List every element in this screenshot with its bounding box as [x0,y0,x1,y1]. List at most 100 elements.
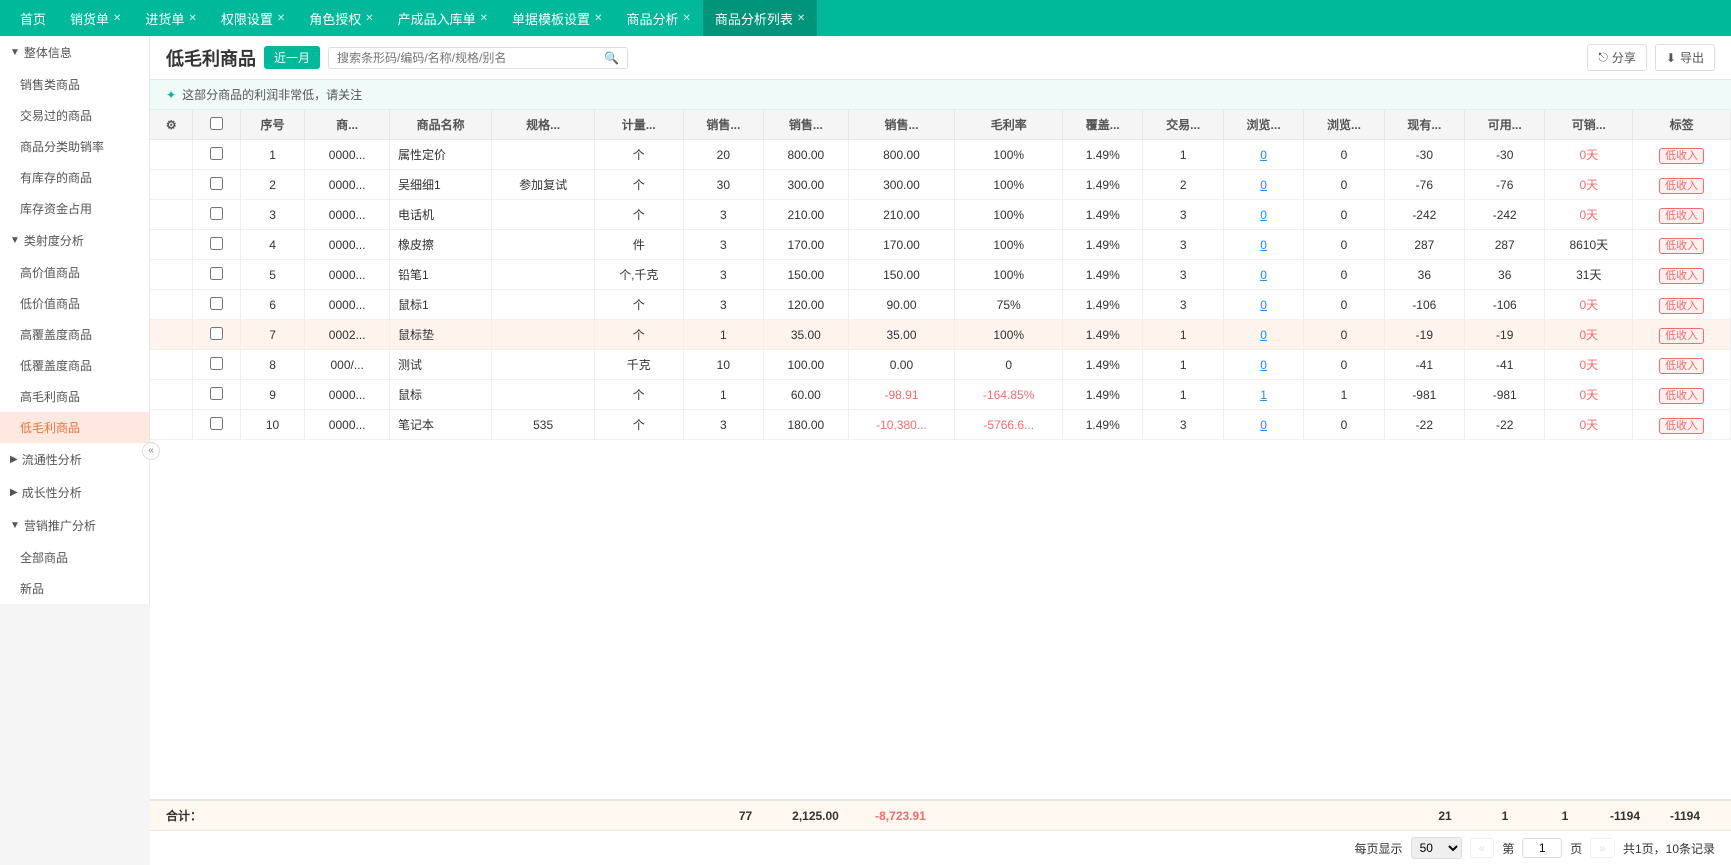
row-select-checkbox[interactable] [210,207,223,220]
sidebar-section-circulation[interactable]: ▶ 流通性分析 [0,443,149,476]
row-tag: 低收入 [1633,350,1731,380]
row-checkbox [193,410,240,440]
close-purchase-icon[interactable]: ✕ [188,13,196,24]
row-available: -22 [1465,410,1545,440]
notice-icon: ✦ [166,88,176,102]
sidebar-item-all-products[interactable]: 全部商品 [0,542,149,573]
data-table: ⚙ 序号 商... 商品名称 规格... 计量... 销售... 销售... 销… [150,110,1731,440]
close-sales-icon[interactable]: ✕ [113,13,121,24]
row-gross-rate: 100% [955,140,1063,170]
sidebar-collapse-button[interactable]: « [142,442,160,460]
search-icon[interactable]: 🔍 [604,51,619,65]
close-template-icon[interactable]: ✕ [594,13,602,24]
page-size-select[interactable]: 10 20 50 100 [1411,837,1462,859]
row-coverage: 1.49% [1063,230,1143,260]
sidebar-section-growth[interactable]: ▶ 成长性分析 [0,476,149,509]
close-product-entry-icon[interactable]: ✕ [480,13,488,24]
row-stock: -30 [1384,140,1464,170]
sidebar-section-leisi[interactable]: ▼ 类射度分析 [0,224,149,257]
row-gross-rate: -164.85% [955,380,1063,410]
total-records-label: 共1页，10条记录 [1623,840,1715,857]
nav-purchase[interactable]: 进货单 ✕ [133,0,208,36]
prev-page-button[interactable]: « [1470,838,1495,858]
notice-text: 这部分商品的利润非常低，请关注 [182,86,362,103]
export-button[interactable]: ⬇ 导出 [1655,44,1715,71]
nav-product-analysis-list[interactable]: 商品分析列表 ✕ [703,0,817,36]
row-transactions: 3 [1143,230,1223,260]
arrow-circulation-icon: ▶ [10,454,18,465]
row-select-checkbox[interactable] [210,417,223,430]
row-unit: 件 [594,230,683,260]
col-coverage: 覆盖... [1063,110,1143,140]
row-select-checkbox[interactable] [210,177,223,190]
sidebar-item-traded-products[interactable]: 交易过的商品 [0,100,149,131]
sidebar-item-low-margin[interactable]: 低毛利商品 [0,412,149,443]
sidebar-item-low-value[interactable]: 低价值商品 [0,288,149,319]
nav-permissions[interactable]: 权限设置 ✕ [209,0,297,36]
row-select-checkbox[interactable] [210,357,223,370]
sidebar-item-high-value[interactable]: 高价值商品 [0,257,149,288]
row-select-checkbox[interactable] [210,387,223,400]
row-sales-profit: 210.00 [848,200,955,230]
row-available: -41 [1465,350,1545,380]
arrow-overall-icon: ▼ [10,47,20,58]
col-settings[interactable]: ⚙ [150,110,193,140]
next-page-button[interactable]: » [1590,838,1615,858]
nav-product-analysis[interactable]: 商品分析 ✕ [614,0,702,36]
footer-stock: -1194 [1595,809,1655,823]
row-tag: 低收入 [1633,260,1731,290]
date-filter-button[interactable]: 近一月 [264,46,320,69]
close-analysis-list-icon[interactable]: ✕ [797,13,805,24]
col-gross-rate: 毛利率 [955,110,1063,140]
close-product-analysis-icon[interactable]: ✕ [682,13,690,24]
sidebar-item-new-products[interactable]: 新品 [0,573,149,604]
sidebar-item-high-margin[interactable]: 高毛利商品 [0,381,149,412]
row-settings [150,320,193,350]
row-select-checkbox[interactable] [210,297,223,310]
row-sales-qty: 20 [683,140,763,170]
row-checkbox [193,260,240,290]
nav-roles[interactable]: 角色授权 ✕ [297,0,385,36]
row-name: 橡皮擦 [389,230,491,260]
row-views2: 0 [1304,200,1384,230]
sidebar-section-marketing[interactable]: ▼ 营销推广分析 [0,509,149,542]
row-select-checkbox[interactable] [210,237,223,250]
row-gross-rate: 100% [955,170,1063,200]
sidebar-item-capital[interactable]: 库存资金占用 [0,193,149,224]
row-select-checkbox[interactable] [210,147,223,160]
row-coverage: 1.49% [1063,350,1143,380]
sidebar-item-sales-products[interactable]: 销售类商品 [0,69,149,100]
row-sales-amt: 35.00 [764,320,849,350]
row-views1: 0 [1223,260,1303,290]
close-roles-icon[interactable]: ✕ [365,13,373,24]
sidebar: ▼ 整体信息 销售类商品 交易过的商品 商品分类助销率 有库存的商品 库存资金占… [0,36,150,604]
row-sales-qty: 3 [683,200,763,230]
sidebar-section-overall[interactable]: ▼ 整体信息 [0,36,149,69]
row-checkbox [193,380,240,410]
nav-sales[interactable]: 销货单 ✕ [58,0,133,36]
arrow-marketing-icon: ▼ [10,520,20,531]
sidebar-item-category-rate[interactable]: 商品分类助销率 [0,131,149,162]
row-settings [150,260,193,290]
sidebar-item-stock-products[interactable]: 有库存的商品 [0,162,149,193]
row-spec [492,260,594,290]
nav-home[interactable]: 首页 [8,0,58,36]
row-select-checkbox[interactable] [210,267,223,280]
sidebar-item-high-coverage[interactable]: 高覆盖度商品 [0,319,149,350]
col-checkbox [193,110,240,140]
row-name: 吴细细1 [389,170,491,200]
nav-product-entry[interactable]: 产成品入库单 ✕ [386,0,500,36]
row-checkbox [193,170,240,200]
sidebar-item-low-coverage[interactable]: 低覆盖度商品 [0,350,149,381]
row-views2: 1 [1304,380,1384,410]
row-select-checkbox[interactable] [210,327,223,340]
search-input[interactable] [337,51,604,65]
row-tag: 低收入 [1633,170,1731,200]
select-all-checkbox[interactable] [210,117,223,130]
nav-template[interactable]: 单据模板设置 ✕ [500,0,614,36]
row-no: 8 [240,350,305,380]
close-permissions-icon[interactable]: ✕ [277,13,285,24]
share-button[interactable]: ⎋ 分享 [1587,44,1647,71]
page-number-input[interactable] [1522,838,1562,858]
row-unit: 千克 [594,350,683,380]
